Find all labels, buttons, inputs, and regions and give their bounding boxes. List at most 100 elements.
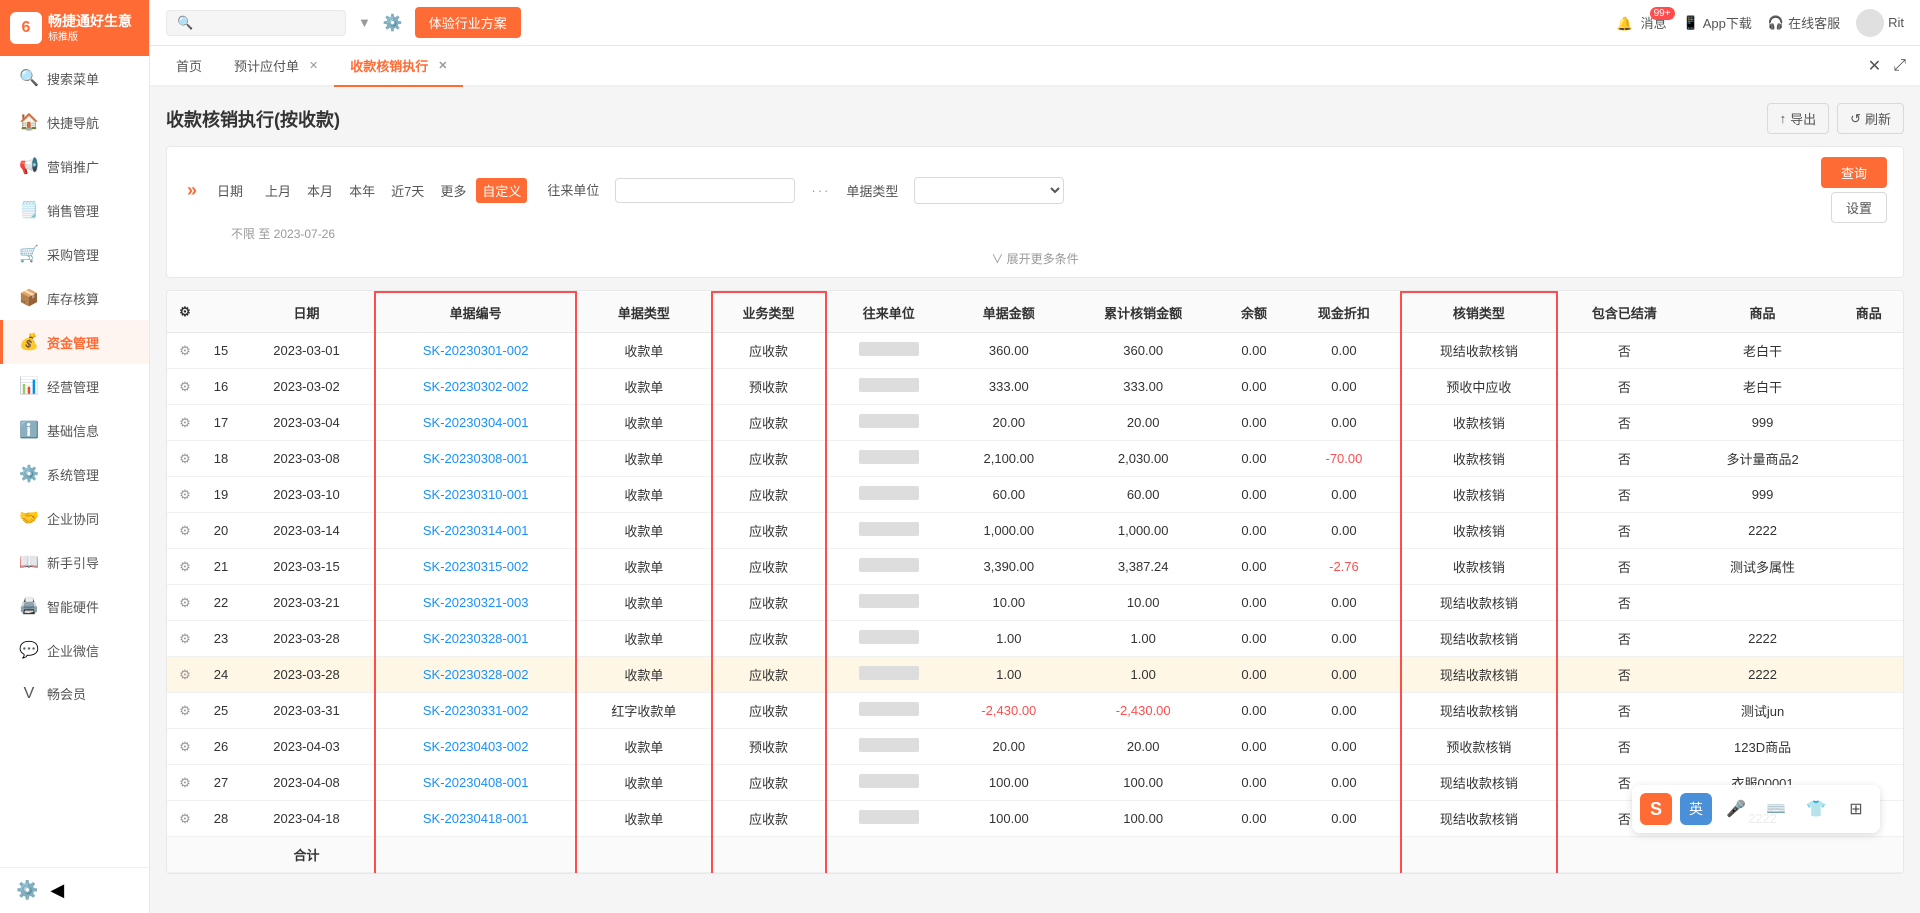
cell-date: 2023-03-28: [239, 657, 375, 693]
th-doc-no[interactable]: 单据编号: [375, 292, 576, 333]
cell-settings[interactable]: ⚙: [167, 441, 203, 477]
counterpart-input[interactable]: [615, 178, 795, 203]
settings-footer-icon[interactable]: ⚙️: [16, 880, 38, 901]
keyboard-icon[interactable]: ⌨️: [1760, 793, 1792, 825]
doc-no-link[interactable]: SK-20230403-002: [423, 739, 529, 754]
doc-no-link[interactable]: SK-20230308-001: [423, 451, 529, 466]
sidebar-item-wechat[interactable]: 💬 企业微信: [0, 628, 149, 672]
date-7days-btn[interactable]: 近7天: [385, 178, 430, 203]
sidebar-item-hardware[interactable]: 🖨️ 智能硬件: [0, 584, 149, 628]
sidebar-item-basic[interactable]: ℹ️ 基础信息: [0, 408, 149, 452]
cell-balance: 0.00: [1220, 621, 1288, 657]
doc-no-link[interactable]: SK-20230321-003: [423, 595, 529, 610]
s-icon[interactable]: S: [1640, 793, 1672, 825]
expand-conditions-button[interactable]: ∨ 展开更多条件: [991, 250, 1078, 267]
date-custom-btn[interactable]: 自定义: [476, 178, 527, 203]
doc-no-link[interactable]: SK-20230314-001: [423, 523, 529, 538]
sidebar-item-member[interactable]: V 畅会员: [0, 672, 149, 715]
date-cur-year-btn[interactable]: 本年: [343, 178, 381, 203]
doc-no-link[interactable]: SK-20230302-002: [423, 379, 529, 394]
doc-no-link[interactable]: SK-20230315-002: [423, 559, 529, 574]
date-more-btn[interactable]: 更多: [434, 178, 472, 203]
voucher-type-select[interactable]: [914, 177, 1064, 204]
th-write-off-type[interactable]: 核销类型: [1401, 292, 1557, 333]
grid-icon[interactable]: ⊞: [1840, 793, 1872, 825]
cell-settings[interactable]: ⚙: [167, 333, 203, 369]
sidebar-item-system[interactable]: ⚙️ 系统管理: [0, 452, 149, 496]
cell-settings[interactable]: ⚙: [167, 585, 203, 621]
user-avatar-area[interactable]: Rit: [1856, 9, 1904, 37]
industry-solution-button[interactable]: 体验行业方案: [415, 7, 521, 38]
query-button[interactable]: 查询: [1821, 157, 1887, 188]
doc-no-link[interactable]: SK-20230408-001: [423, 775, 529, 790]
doc-no-link[interactable]: SK-20230331-002: [423, 703, 529, 718]
cell-settings[interactable]: ⚙: [167, 513, 203, 549]
sidebar-item-operation[interactable]: 📊 经营管理: [0, 364, 149, 408]
th-settings[interactable]: ⚙: [167, 292, 203, 333]
footer-cum: [1067, 837, 1220, 873]
tab-collection-close[interactable]: ✕: [438, 59, 447, 72]
microphone-icon[interactable]: 🎤: [1720, 793, 1752, 825]
cell-settings[interactable]: ⚙: [167, 729, 203, 765]
topbar-search-box[interactable]: 🔍: [166, 10, 346, 36]
dropdown-arrow-icon[interactable]: ▼: [358, 15, 371, 30]
tab-pending[interactable]: 预计应付单 ✕: [218, 46, 334, 87]
sidebar-item-marketing[interactable]: 📢 营销推广: [0, 144, 149, 188]
tab-collection[interactable]: 收款核销执行 ✕: [334, 46, 463, 87]
filter-settings-button[interactable]: 设置: [1831, 192, 1887, 223]
export-button[interactable]: ↑ 导出: [1767, 103, 1830, 134]
tab-pending-close[interactable]: ✕: [309, 59, 318, 72]
cell-no: 22: [203, 585, 239, 621]
gear-settings-icon[interactable]: ⚙️: [383, 13, 403, 33]
app-download-label: App下载: [1703, 13, 1752, 32]
translate-icon[interactable]: 英: [1680, 793, 1712, 825]
cell-doc-no: SK-20230418-001: [375, 801, 576, 837]
doc-no-link[interactable]: SK-20230310-001: [423, 487, 529, 502]
th-date[interactable]: 日期: [239, 292, 375, 333]
sidebar-item-enterprise[interactable]: 🤝 企业协同: [0, 496, 149, 540]
sidebar-item-sales[interactable]: 🗒️ 销售管理: [0, 188, 149, 232]
collapse-icon[interactable]: ◀: [50, 880, 64, 901]
sidebar-item-purchase[interactable]: 🛒 采购管理: [0, 232, 149, 276]
sidebar-item-finance[interactable]: 💰 资金管理: [0, 320, 149, 364]
cell-settings[interactable]: ⚙: [167, 621, 203, 657]
maximize-tab-button[interactable]: ⤢: [1889, 52, 1910, 80]
sidebar-item-quick[interactable]: 🏠 快捷导航: [0, 100, 149, 144]
th-biz-type[interactable]: 业务类型: [712, 292, 826, 333]
tab-home[interactable]: 首页: [160, 46, 218, 87]
doc-no-link[interactable]: SK-20230328-001: [423, 631, 529, 646]
cell-settings[interactable]: ⚙: [167, 369, 203, 405]
cell-settings[interactable]: ⚙: [167, 657, 203, 693]
cell-amount: 100.00: [951, 801, 1067, 837]
close-tab-button[interactable]: ✕: [1864, 52, 1885, 80]
cell-settings[interactable]: ⚙: [167, 549, 203, 585]
cell-doc-no: SK-20230314-001: [375, 513, 576, 549]
refresh-button[interactable]: ↺ 刷新: [1837, 103, 1904, 134]
tshirt-icon[interactable]: 👕: [1800, 793, 1832, 825]
sidebar-item-newbie[interactable]: 📖 新手引导: [0, 540, 149, 584]
cell-settings[interactable]: ⚙: [167, 477, 203, 513]
notification-area[interactable]: 🔔 99+ 消息: [1617, 13, 1667, 32]
cell-goods2: [1834, 333, 1903, 369]
date-cur-month-btn[interactable]: 本月: [301, 178, 339, 203]
th-no: [203, 292, 239, 333]
cell-settings[interactable]: ⚙: [167, 765, 203, 801]
column-settings-icon[interactable]: ⚙: [179, 304, 191, 319]
doc-no-link[interactable]: SK-20230328-002: [423, 667, 529, 682]
sidebar-item-inventory[interactable]: 📦 库存核算: [0, 276, 149, 320]
footer-empty: [167, 837, 239, 873]
filter-expand-button[interactable]: »: [183, 180, 201, 201]
cell-cum-amount: 60.00: [1067, 477, 1220, 513]
doc-no-link[interactable]: SK-20230304-001: [423, 415, 529, 430]
sidebar-item-search[interactable]: 🔍 搜索菜单: [0, 56, 149, 100]
doc-no-link[interactable]: SK-20230301-002: [423, 343, 529, 358]
cell-doc-type: 收款单: [576, 549, 711, 585]
date-prev-month-btn[interactable]: 上月: [259, 178, 297, 203]
app-download-btn[interactable]: 📱 App下载: [1683, 13, 1752, 32]
cell-settings[interactable]: ⚙: [167, 693, 203, 729]
online-service-btn[interactable]: 🎧 在线客服: [1768, 13, 1840, 32]
cell-balance: 0.00: [1220, 369, 1288, 405]
cell-settings[interactable]: ⚙: [167, 405, 203, 441]
doc-no-link[interactable]: SK-20230418-001: [423, 811, 529, 826]
cell-settings[interactable]: ⚙: [167, 801, 203, 837]
